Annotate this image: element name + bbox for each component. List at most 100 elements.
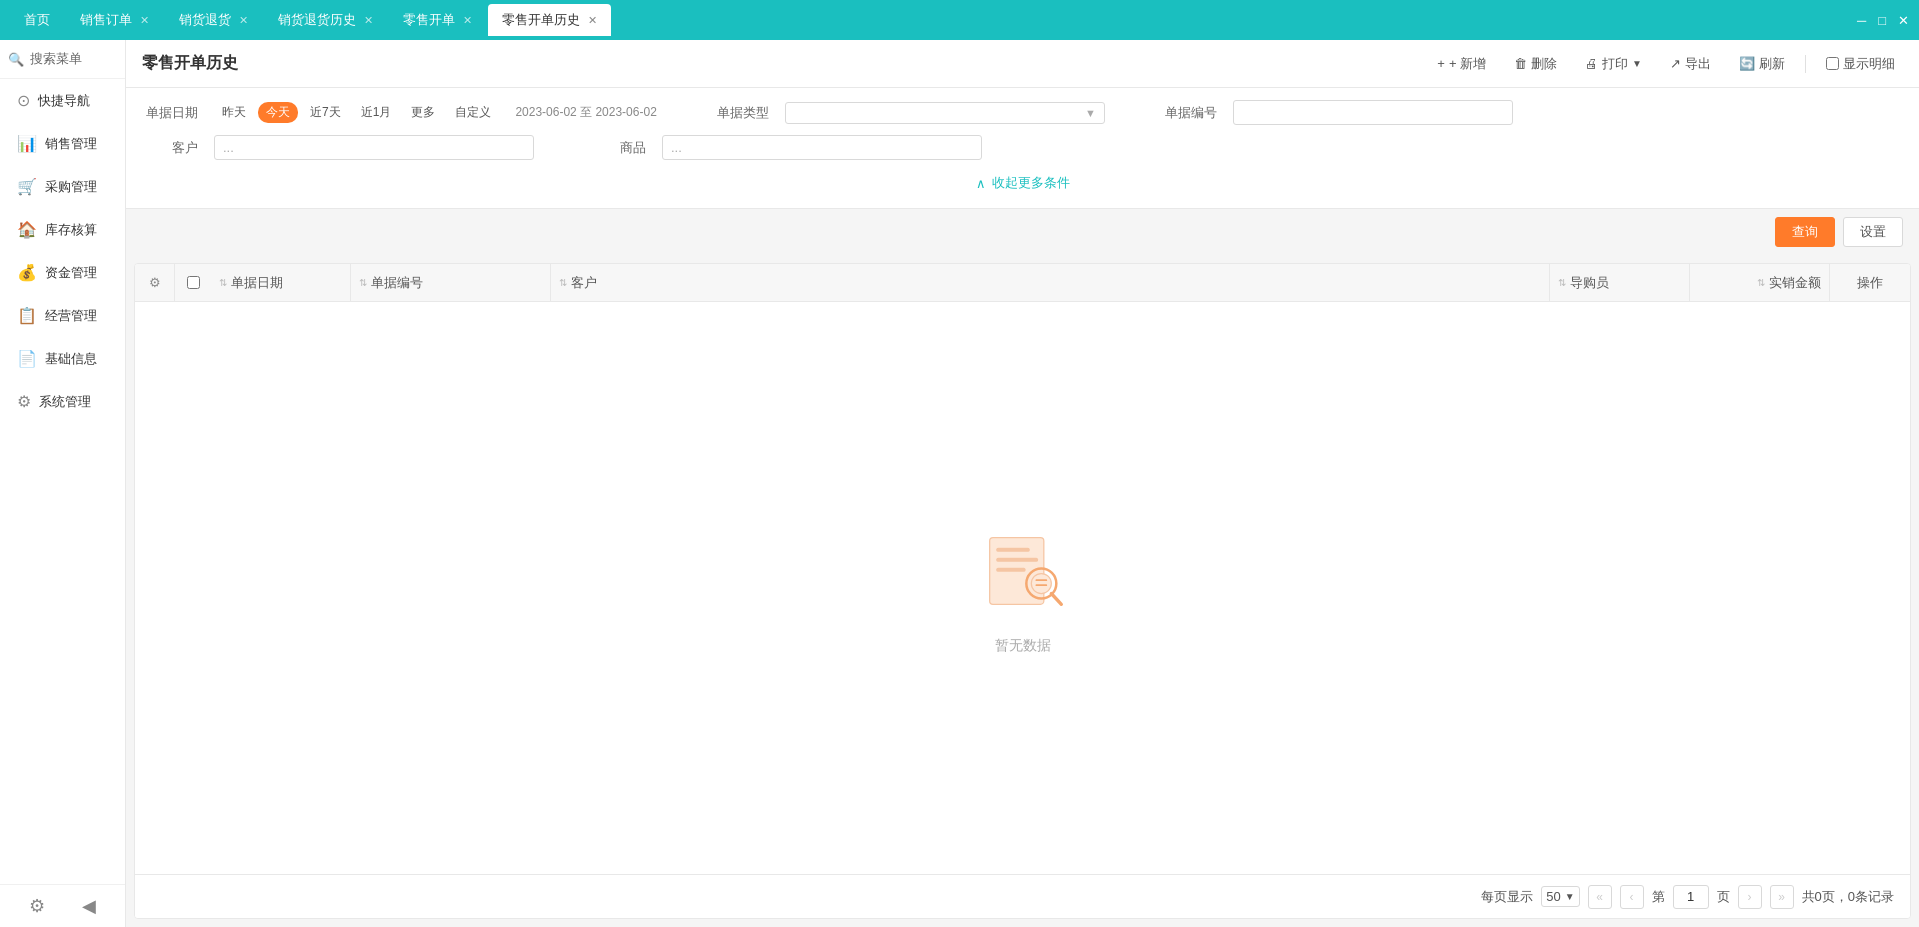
last-page-button[interactable]: » bbox=[1770, 885, 1794, 909]
sidebar-search-label: 搜索菜单 bbox=[30, 50, 82, 68]
add-button[interactable]: + + 新增 bbox=[1429, 51, 1494, 77]
th-ops-label: 操作 bbox=[1857, 274, 1883, 292]
display-detail-checkbox[interactable] bbox=[1826, 57, 1839, 70]
sidebar-item-inventory[interactable]: 🏠 库存核算 bbox=[0, 208, 125, 251]
sidebar-item-sys-mgmt-label: 系统管理 bbox=[39, 393, 91, 411]
tab-retail-history-close[interactable]: ✕ bbox=[588, 14, 597, 27]
date-filter-label: 单据日期 bbox=[142, 104, 198, 122]
search-icon: 🔍 bbox=[8, 52, 24, 67]
goods-select[interactable]: ... bbox=[662, 135, 982, 160]
doc-type-label: 单据类型 bbox=[713, 104, 769, 122]
sidebar-item-sys-mgmt[interactable]: ⚙ 系统管理 bbox=[0, 380, 125, 423]
date-btn-last7[interactable]: 近7天 bbox=[302, 102, 349, 123]
empty-state: 暂无数据 bbox=[135, 302, 1910, 874]
tab-sales-return-history-close[interactable]: ✕ bbox=[364, 14, 373, 27]
tab-sales-order-label: 销售订单 bbox=[80, 11, 132, 29]
top-bar: 首页 销售订单 ✕ 销货退货 ✕ 销货退货历史 ✕ 零售开单 ✕ 零售开单历史 … bbox=[0, 0, 1919, 40]
next-page-button[interactable]: › bbox=[1738, 885, 1762, 909]
tab-home[interactable]: 首页 bbox=[10, 4, 64, 36]
date-filter-buttons: 昨天 今天 近7天 近1月 更多 自定义 bbox=[214, 102, 499, 123]
ops-mgmt-icon: 📋 bbox=[17, 306, 37, 325]
page-label-suffix: 页 bbox=[1717, 888, 1730, 906]
sidebar-item-ops-mgmt-label: 经营管理 bbox=[45, 307, 97, 325]
window-controls: ─ □ ✕ bbox=[1857, 13, 1909, 28]
doc-type-select[interactable]: ▼ bbox=[785, 102, 1105, 124]
sidebar-item-basic-info[interactable]: 📄 基础信息 bbox=[0, 337, 125, 380]
sidebar-item-basic-info-label: 基础信息 bbox=[45, 350, 97, 368]
page-label-pre: 第 bbox=[1652, 888, 1665, 906]
window-close-button[interactable]: ✕ bbox=[1898, 13, 1909, 28]
settings-icon[interactable]: ⚙ bbox=[29, 895, 45, 917]
tab-retail-history[interactable]: 零售开单历史 ✕ bbox=[488, 4, 611, 36]
th-guide[interactable]: ⇅ 导购员 bbox=[1550, 264, 1690, 301]
add-icon: + bbox=[1437, 56, 1445, 71]
export-button[interactable]: ↗ 导出 bbox=[1662, 51, 1719, 77]
sort-icon-amount: ⇅ bbox=[1757, 277, 1765, 288]
collapse-sidebar-icon[interactable]: ◀ bbox=[82, 895, 96, 917]
sort-icon-date: ⇅ bbox=[219, 277, 227, 288]
page-header: 零售开单历史 + + 新增 🗑 删除 🖨 打印 ▼ ↗ 导出 bbox=[126, 40, 1919, 88]
inventory-icon: 🏠 bbox=[17, 220, 37, 239]
date-btn-last-month[interactable]: 近1月 bbox=[353, 102, 400, 123]
date-btn-today[interactable]: 今天 bbox=[258, 102, 298, 123]
sidebar-item-sales-mgmt-label: 销售管理 bbox=[45, 135, 97, 153]
sidebar-item-finance-label: 资金管理 bbox=[45, 264, 97, 282]
sidebar-search[interactable]: 🔍 搜索菜单 bbox=[0, 40, 125, 79]
svg-rect-1 bbox=[996, 548, 1029, 552]
window-max-button[interactable]: □ bbox=[1878, 13, 1886, 28]
sidebar-item-ops-mgmt[interactable]: 📋 经营管理 bbox=[0, 294, 125, 337]
th-no[interactable]: ⇅ 单据编号 bbox=[351, 264, 551, 301]
tab-sales-order[interactable]: 销售订单 ✕ bbox=[66, 4, 163, 36]
table-settings-icon[interactable]: ⚙ bbox=[135, 264, 175, 301]
customer-select[interactable]: ... bbox=[214, 135, 534, 160]
table-select-all[interactable] bbox=[175, 264, 211, 301]
tab-sales-return-history[interactable]: 销货退货历史 ✕ bbox=[264, 4, 387, 36]
select-all-checkbox[interactable] bbox=[187, 276, 200, 289]
page-number-input[interactable] bbox=[1673, 885, 1709, 909]
tab-sales-return[interactable]: 销货退货 ✕ bbox=[165, 4, 262, 36]
tab-retail-open-close[interactable]: ✕ bbox=[463, 14, 472, 27]
sidebar-item-sales-mgmt[interactable]: 📊 销售管理 bbox=[0, 122, 125, 165]
page-size-select[interactable]: 50 ▼ bbox=[1541, 886, 1579, 907]
sidebar-item-quick-nav-label: 快捷导航 bbox=[38, 92, 90, 110]
sidebar-item-finance[interactable]: 💰 资金管理 bbox=[0, 251, 125, 294]
prev-page-button[interactable]: ‹ bbox=[1620, 885, 1644, 909]
date-btn-more[interactable]: 更多 bbox=[403, 102, 443, 123]
refresh-button[interactable]: 🔄 刷新 bbox=[1731, 51, 1793, 77]
table-area: ⚙ ⇅ 单据日期 ⇅ 单据编号 ⇅ 客户 ⇅ 导购员 bbox=[134, 263, 1911, 919]
export-icon: ↗ bbox=[1670, 56, 1681, 71]
date-btn-yesterday[interactable]: 昨天 bbox=[214, 102, 254, 123]
sidebar-item-quick-nav[interactable]: ⊙ 快捷导航 bbox=[0, 79, 125, 122]
tab-bar: 首页 销售订单 ✕ 销货退货 ✕ 销货退货历史 ✕ 零售开单 ✕ 零售开单历史 … bbox=[10, 4, 1857, 36]
th-customer[interactable]: ⇅ 客户 bbox=[551, 264, 1550, 301]
tab-sales-order-close[interactable]: ✕ bbox=[140, 14, 149, 27]
content-area: 零售开单历史 + + 新增 🗑 删除 🖨 打印 ▼ ↗ 导出 bbox=[126, 40, 1919, 927]
sidebar-menu: ⊙ 快捷导航 📊 销售管理 🛒 采购管理 🏠 库存核算 💰 资金管理 📋 bbox=[0, 79, 125, 884]
date-btn-custom[interactable]: 自定义 bbox=[447, 102, 499, 123]
query-button[interactable]: 查询 bbox=[1775, 217, 1835, 247]
collapse-more-button[interactable]: ∧ 收起更多条件 bbox=[142, 170, 1903, 196]
delete-icon: 🗑 bbox=[1514, 56, 1527, 71]
delete-button[interactable]: 🗑 删除 bbox=[1506, 51, 1565, 77]
th-date[interactable]: ⇅ 单据日期 bbox=[211, 264, 351, 301]
tab-sales-return-close[interactable]: ✕ bbox=[239, 14, 248, 27]
main-layout: 🔍 搜索菜单 ⊙ 快捷导航 📊 销售管理 🛒 采购管理 🏠 库存核算 💰 bbox=[0, 40, 1919, 927]
window-min-button[interactable]: ─ bbox=[1857, 13, 1866, 28]
filter-area: 单据日期 昨天 今天 近7天 近1月 更多 自定义 2023-06-02 至 2… bbox=[126, 88, 1919, 209]
toolbar: + + 新增 🗑 删除 🖨 打印 ▼ ↗ 导出 🔄 bbox=[1429, 51, 1903, 77]
doc-no-input[interactable] bbox=[1233, 100, 1513, 125]
print-label: 打印 bbox=[1602, 55, 1628, 73]
th-customer-label: 客户 bbox=[571, 274, 597, 292]
tab-retail-open[interactable]: 零售开单 ✕ bbox=[389, 4, 486, 36]
first-page-button[interactable]: « bbox=[1588, 885, 1612, 909]
table-header: ⚙ ⇅ 单据日期 ⇅ 单据编号 ⇅ 客户 ⇅ 导购员 bbox=[135, 264, 1910, 302]
settings-button[interactable]: 设置 bbox=[1843, 217, 1903, 247]
print-button[interactable]: 🖨 打印 ▼ bbox=[1577, 51, 1650, 77]
display-detail-button[interactable]: 显示明细 bbox=[1818, 51, 1903, 77]
sales-mgmt-icon: 📊 bbox=[17, 134, 37, 153]
sidebar-item-inventory-label: 库存核算 bbox=[45, 221, 97, 239]
sidebar-item-purchase-mgmt[interactable]: 🛒 采购管理 bbox=[0, 165, 125, 208]
action-row: 查询 设置 bbox=[126, 209, 1919, 255]
th-amount[interactable]: ⇅ 实销金额 bbox=[1690, 264, 1830, 301]
th-amount-label: 实销金额 bbox=[1769, 274, 1821, 292]
